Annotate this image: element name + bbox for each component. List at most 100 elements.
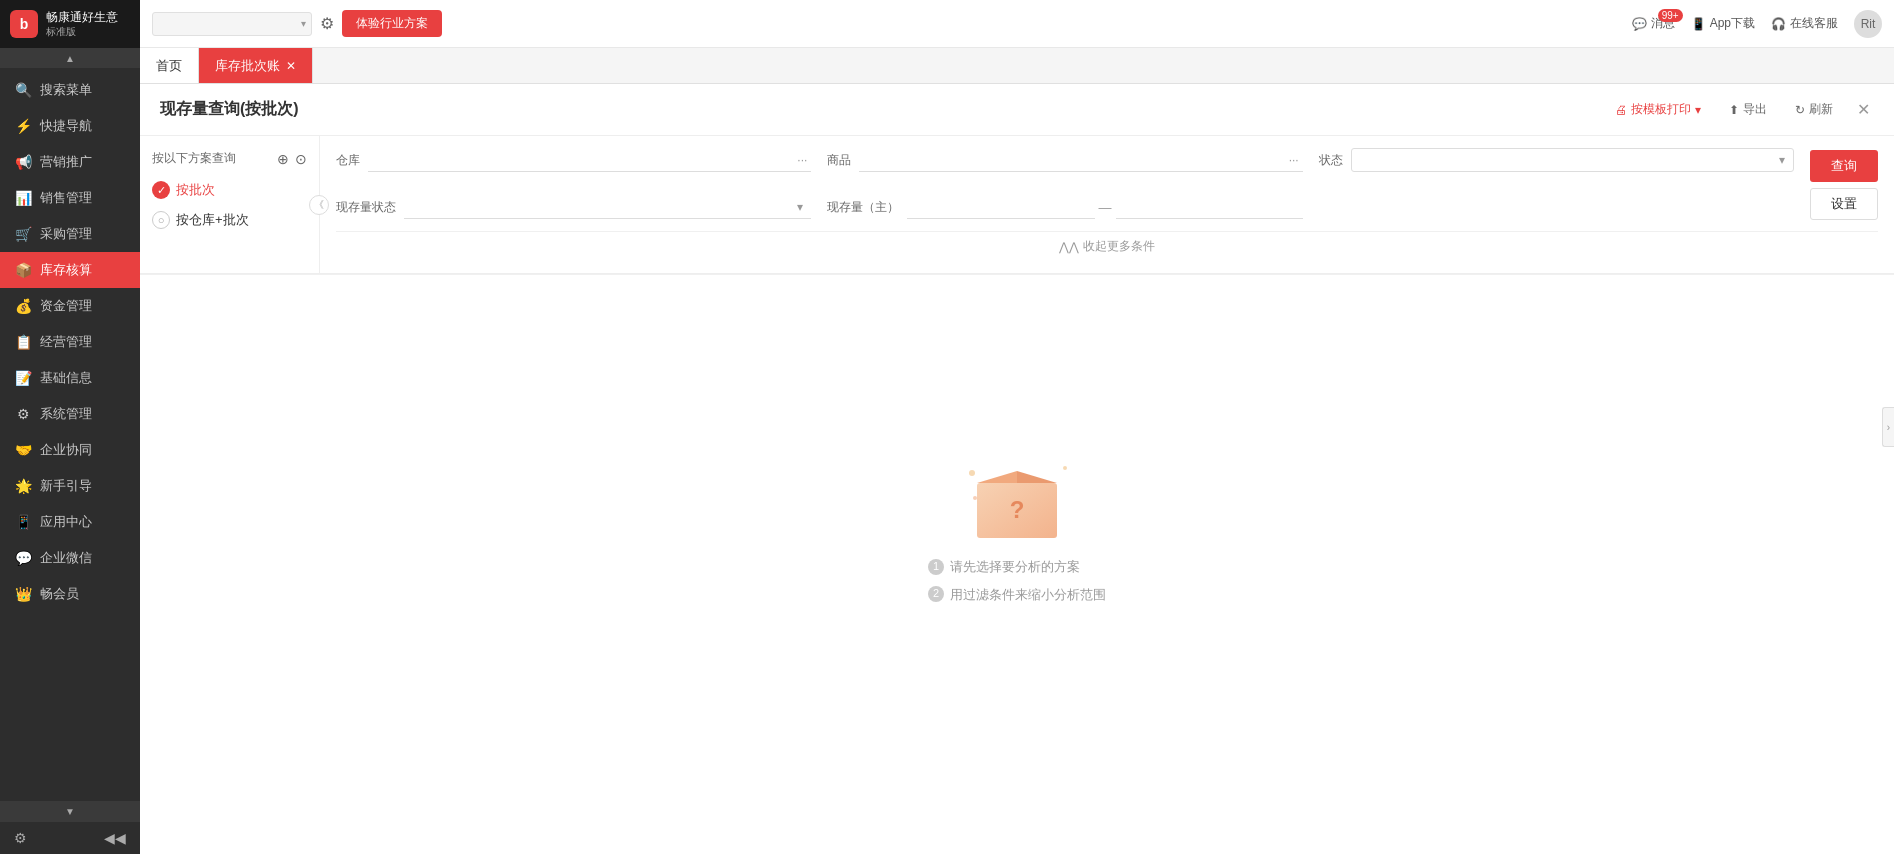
sidebar-item-quick-nav[interactable]: ⚡ 快捷导航 xyxy=(0,108,140,144)
refresh-btn[interactable]: ↻ 刷新 xyxy=(1787,97,1841,122)
print-template-btn[interactable]: 🖨 按模板打印 ▾ xyxy=(1607,97,1709,122)
svg-text:?: ? xyxy=(1010,496,1025,523)
export-btn[interactable]: ⬆ 导出 xyxy=(1721,97,1775,122)
scheme-by-warehouse-batch-label: 按仓库+批次 xyxy=(176,211,249,229)
sidebar-item-operations[interactable]: 📋 经营管理 xyxy=(0,324,140,360)
filter-sidebar-header: 按以下方案查询 ⊕ ⊙ xyxy=(140,146,319,175)
stock-qty-from-input[interactable] xyxy=(907,196,1094,219)
app-download-item[interactable]: 📱 App下载 xyxy=(1691,15,1755,32)
sidebar-item-basic[interactable]: 📝 基础信息 xyxy=(0,360,140,396)
tab-batch-account[interactable]: 库存批次账 ✕ xyxy=(199,48,313,83)
sidebar-item-finance[interactable]: 💰 资金管理 xyxy=(0,288,140,324)
scheme-by-batch-label: 按批次 xyxy=(176,181,215,199)
page-content: 现存量查询(按批次) 🖨 按模板打印 ▾ ⬆ 导出 ↻ 刷新 ✕ xyxy=(140,84,1894,854)
export-label: 导出 xyxy=(1743,101,1767,118)
stock-status-label: 现存量状态 xyxy=(336,199,396,216)
app-download-icon: 📱 xyxy=(1691,17,1706,31)
messages-item[interactable]: 💬 消息 99+ xyxy=(1632,15,1675,32)
collapse-sidebar-icon[interactable]: ◀◀ xyxy=(104,830,126,846)
stock-status-chevron-icon: ▾ xyxy=(797,200,803,214)
sidebar-item-label: 企业微信 xyxy=(40,549,92,567)
sidebar-item-label: 搜索菜单 xyxy=(40,81,92,99)
tabs-bar: 首页 库存批次账 ✕ xyxy=(140,48,1894,84)
sidebar-item-purchase[interactable]: 🛒 采购管理 xyxy=(0,216,140,252)
svg-point-6 xyxy=(973,496,977,500)
collapse-up-icon: ⋀⋀ xyxy=(1059,240,1079,254)
sidebar-item-inventory[interactable]: 📦 库存核算 xyxy=(0,252,140,288)
sidebar-item-wechat[interactable]: 💬 企业微信 xyxy=(0,540,140,576)
tab-close-icon[interactable]: ✕ xyxy=(286,59,296,73)
user-avatar-item[interactable]: Rit xyxy=(1854,10,1882,38)
settings-footer-icon[interactable]: ⚙ xyxy=(14,830,27,846)
filter-main: 仓库 ··· 商品 ··· xyxy=(320,136,1894,273)
goods-input[interactable] xyxy=(859,149,1284,171)
trial-btn[interactable]: 体验行业方案 xyxy=(342,10,442,37)
sidebar-item-member[interactable]: 👑 畅会员 xyxy=(0,576,140,612)
sidebar-scroll-down[interactable]: ▼ xyxy=(0,801,140,821)
scheme-by-batch[interactable]: ✓ 按批次 xyxy=(140,175,319,205)
sidebar-scroll-up[interactable]: ▲ xyxy=(0,48,140,68)
tab-home[interactable]: 首页 xyxy=(140,48,199,83)
stock-qty-to-input[interactable] xyxy=(1116,196,1303,219)
member-icon: 👑 xyxy=(14,585,32,603)
app-download-label: App下载 xyxy=(1710,15,1755,32)
tip-text-1: 请先选择要分析的方案 xyxy=(950,555,1080,578)
sidebar-footer: ⚙ ◀◀ xyxy=(0,821,140,854)
stock-status-select[interactable]: ▾ xyxy=(404,196,811,219)
avatar: Rit xyxy=(1854,10,1882,38)
sidebar-header: b 畅康通好生意 标准版 xyxy=(0,0,140,48)
online-service-item[interactable]: 🎧 在线客服 xyxy=(1771,15,1838,32)
topbar-right: 💬 消息 99+ 📱 App下载 🎧 在线客服 Rit xyxy=(1632,10,1882,38)
scheme-by-warehouse-batch-icon: ○ xyxy=(152,211,170,229)
topbar: ▾ ⚙ 体验行业方案 💬 消息 99+ 📱 App下载 🎧 在线客服 Rit xyxy=(140,0,1894,48)
sidebar-item-label: 库存核算 xyxy=(40,261,92,279)
status-label: 状态 xyxy=(1319,152,1343,169)
filter-row-2: 现存量状态 ▾ 现存量（主） xyxy=(336,196,1794,219)
sidebar-nav: 🔍 搜索菜单 ⚡ 快捷导航 📢 营销推广 📊 销售管理 🛒 采购管理 📦 库存核… xyxy=(0,68,140,801)
close-page-btn[interactable]: ✕ xyxy=(1853,96,1874,123)
add-scheme-icon[interactable]: ⊕ xyxy=(277,151,289,167)
right-panel-hint[interactable]: › xyxy=(1882,407,1894,447)
search-nav-icon: 🔍 xyxy=(14,81,32,99)
sidebar-item-label: 营销推广 xyxy=(40,153,92,171)
svg-point-4 xyxy=(969,470,975,476)
sidebar-item-apps[interactable]: 📱 应用中心 xyxy=(0,504,140,540)
inventory-icon: 📦 xyxy=(14,261,32,279)
breadcrumb-input[interactable] xyxy=(152,12,312,36)
sidebar-item-search[interactable]: 🔍 搜索菜单 xyxy=(0,72,140,108)
collapse-conditions-btn[interactable]: ⋀⋀ 收起更多条件 xyxy=(336,231,1878,261)
stock-qty-field: 现存量（主） — xyxy=(827,196,1302,219)
page-title: 现存量查询(按批次) xyxy=(160,99,299,120)
warehouse-more-icon[interactable]: ··· xyxy=(793,153,811,167)
sidebar-item-label: 经营管理 xyxy=(40,333,92,351)
svg-point-5 xyxy=(1063,466,1067,470)
status-select[interactable]: ▾ xyxy=(1351,148,1794,172)
goods-more-icon[interactable]: ··· xyxy=(1285,153,1303,167)
messages-icon: 💬 xyxy=(1632,17,1647,31)
topbar-left: ▾ ⚙ 体验行业方案 xyxy=(152,10,1624,37)
tip-num-1: 1 xyxy=(928,559,944,575)
online-service-label: 在线客服 xyxy=(1790,15,1838,32)
tip-item-1: 1 请先选择要分析的方案 xyxy=(928,555,1106,578)
sidebar-item-guide[interactable]: 🌟 新手引导 xyxy=(0,468,140,504)
sidebar-item-marketing[interactable]: 📢 营销推广 xyxy=(0,144,140,180)
filter-row-1: 仓库 ··· 商品 ··· xyxy=(336,148,1794,172)
sidebar-item-label: 销售管理 xyxy=(40,189,92,207)
settings-scheme-icon[interactable]: ⊙ xyxy=(295,151,307,167)
topbar-gear-icon[interactable]: ⚙ xyxy=(320,14,334,33)
sidebar-item-sales[interactable]: 📊 销售管理 xyxy=(0,180,140,216)
brand-name: 畅康通好生意 xyxy=(46,10,118,26)
stock-qty-range: — xyxy=(907,196,1302,219)
sidebar-item-system[interactable]: ⚙ 系统管理 xyxy=(0,396,140,432)
sidebar-item-label: 应用中心 xyxy=(40,513,92,531)
sidebar-item-enterprise[interactable]: 🤝 企业协同 xyxy=(0,432,140,468)
settings-button[interactable]: 设置 xyxy=(1810,188,1878,220)
query-button[interactable]: 查询 xyxy=(1810,150,1878,182)
svg-marker-1 xyxy=(977,471,1017,483)
warehouse-input[interactable] xyxy=(368,149,793,171)
wechat-icon: 💬 xyxy=(14,549,32,567)
page-header: 现存量查询(按批次) 🖨 按模板打印 ▾ ⬆ 导出 ↻ 刷新 ✕ xyxy=(140,84,1894,136)
warehouse-input-wrap: ··· xyxy=(368,149,811,172)
sidebar-item-label: 采购管理 xyxy=(40,225,92,243)
scheme-by-warehouse-batch[interactable]: ○ 按仓库+批次 xyxy=(140,205,319,235)
